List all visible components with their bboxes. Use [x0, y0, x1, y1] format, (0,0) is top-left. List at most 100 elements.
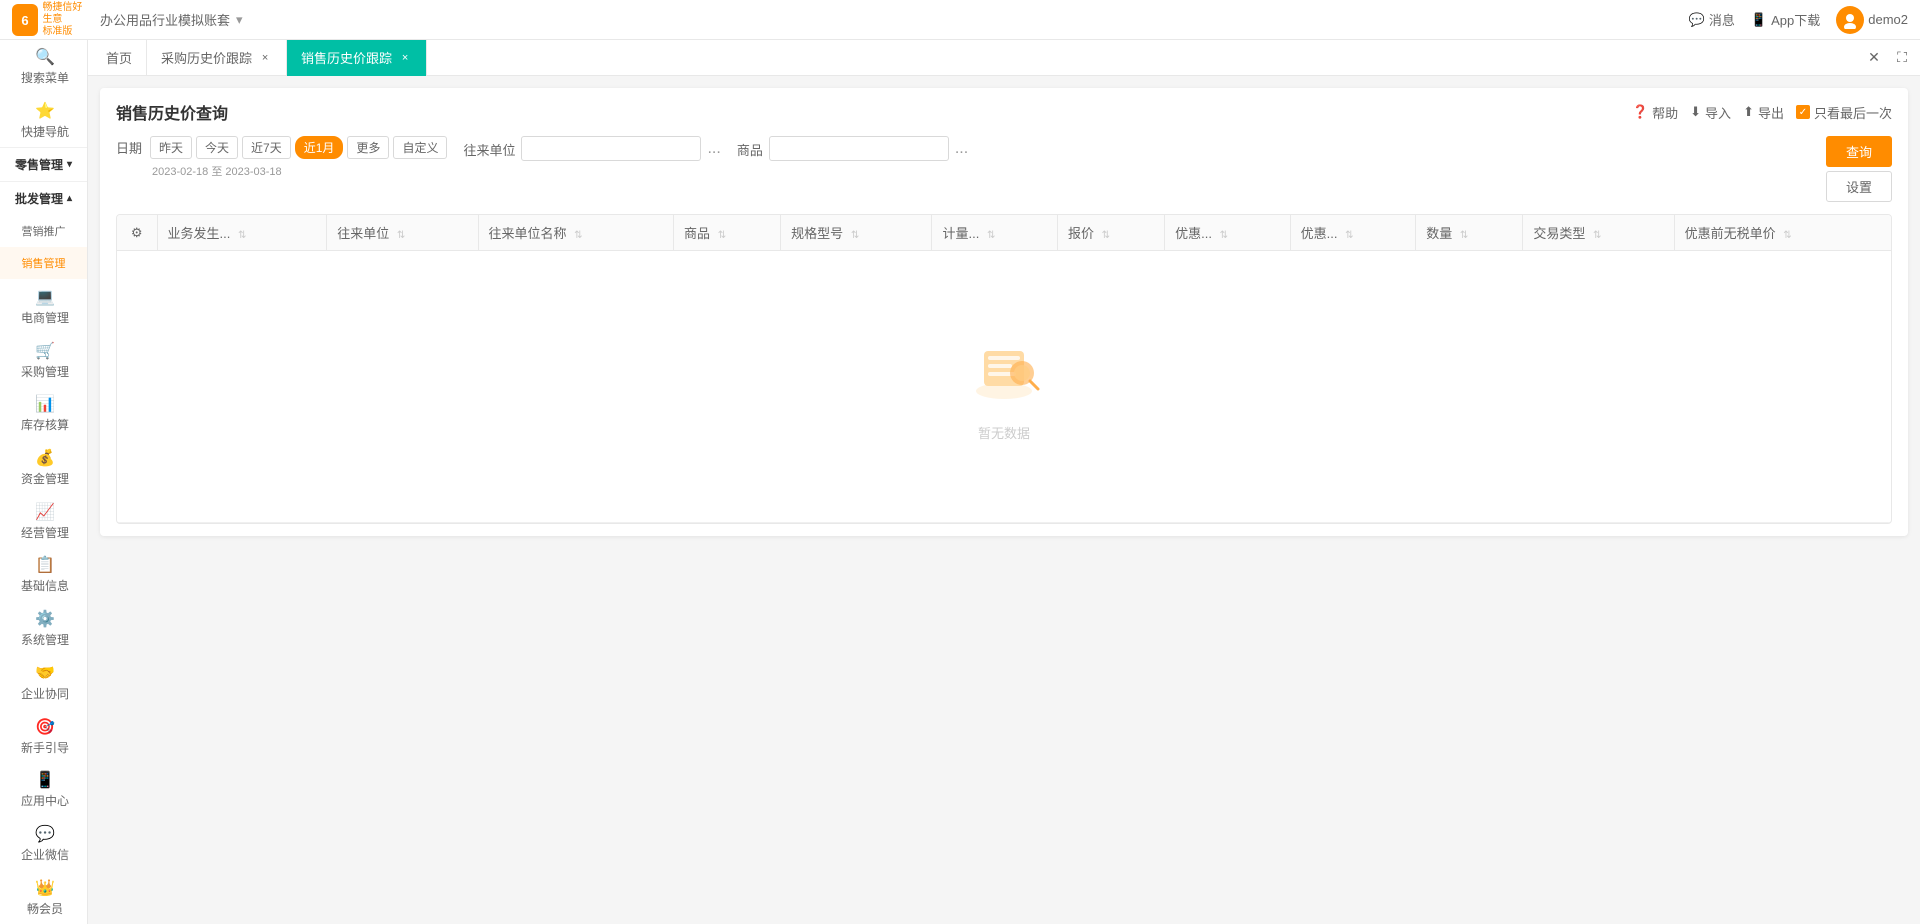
- sort-icon: ⇅: [851, 230, 859, 241]
- table-body: 暂无数据: [117, 251, 1891, 523]
- import-link[interactable]: ⬇ 导入: [1690, 103, 1731, 122]
- col-goods[interactable]: 商品 ⇅: [674, 215, 781, 251]
- sidebar-item-ecommerce[interactable]: 💻 电商管理: [0, 279, 87, 333]
- date-btn-more[interactable]: 更多: [347, 136, 389, 159]
- chevron-down-icon: ▾: [67, 159, 72, 170]
- table-container: ⚙ 业务发生... ⇅ 往来单位 ⇅: [116, 214, 1892, 524]
- tab-bar: 首页 采购历史价跟踪 × 销售历史价跟踪 × ✕ ⛶: [88, 40, 1920, 76]
- tab-sales-history[interactable]: 销售历史价跟踪 ×: [287, 40, 427, 76]
- sort-icon: ⇅: [238, 230, 246, 241]
- sidebar-section-wholesale: 批发管理 ▴ 营销推广 销售管理: [0, 181, 87, 279]
- empty-state-icon: [964, 331, 1044, 411]
- col-biz-date[interactable]: 业务发生... ⇅: [157, 215, 327, 251]
- sidebar-item-wholesale[interactable]: 批发管理 ▴: [0, 182, 87, 215]
- content-area: 首页 采购历史价跟踪 × 销售历史价跟踪 × ✕ ⛶ 销售历史价查询: [88, 40, 1920, 924]
- goods-input[interactable]: [769, 136, 949, 161]
- filter-row: 日期 昨天 今天 近7天 近1月 更多 自定义 2023-02-18 至 202…: [116, 136, 1892, 202]
- sidebar-item-system[interactable]: ⚙️ 系统管理: [0, 602, 87, 656]
- empty-text: 暂无数据: [978, 423, 1030, 442]
- workspace-title[interactable]: 办公用品行业模拟账套 ▾: [100, 10, 1689, 29]
- sort-icon: ⇅: [574, 230, 582, 241]
- sidebar-item-finance[interactable]: 💰 资金管理: [0, 441, 87, 495]
- sidebar-item-inventory[interactable]: 📊 库存核算: [0, 387, 87, 441]
- close-sales-tab-icon[interactable]: ×: [398, 51, 412, 65]
- member-icon: 👑: [35, 878, 55, 898]
- user-avatar[interactable]: demo2: [1836, 6, 1908, 34]
- col-discount1[interactable]: 优惠... ⇅: [1165, 215, 1291, 251]
- col-spec[interactable]: 规格型号 ⇅: [781, 215, 932, 251]
- date-btn-yesterday[interactable]: 昨天: [150, 136, 192, 159]
- sidebar-item-guide[interactable]: 🎯 新手引导: [0, 709, 87, 763]
- help-icon: ❓: [1632, 104, 1648, 120]
- logo-text: 畅捷信好生意 标准版: [42, 2, 92, 38]
- sort-icon: ⇅: [397, 230, 405, 241]
- svg-text:6: 6: [22, 13, 29, 28]
- logo-area: 6 畅捷信好生意 标准版: [12, 2, 92, 38]
- partner-dots-btn[interactable]: ...: [707, 140, 720, 158]
- app-download-btn[interactable]: 📱 App下载: [1751, 10, 1820, 29]
- page-title-row: 销售历史价查询 ❓ 帮助 ⬇ 导入 ⬆ 导出: [116, 100, 1892, 124]
- sort-icon: ⇅: [1460, 230, 1468, 241]
- ecommerce-icon: 💻: [35, 287, 55, 307]
- sort-icon: ⇅: [1102, 230, 1110, 241]
- sort-icon: ⇅: [1220, 230, 1228, 241]
- guide-icon: 🎯: [35, 717, 55, 737]
- goods-dots-btn[interactable]: ...: [955, 140, 968, 158]
- ops-icon: 📈: [35, 502, 55, 522]
- help-link[interactable]: ❓ 帮助: [1632, 103, 1678, 122]
- date-btn-1month[interactable]: 近1月: [295, 136, 344, 159]
- col-qty[interactable]: 数量 ⇅: [1416, 215, 1523, 251]
- col-discount2[interactable]: 优惠... ⇅: [1290, 215, 1416, 251]
- sort-icon: ⇅: [987, 230, 995, 241]
- partner-filter-field: 往来单位 ...: [463, 136, 720, 161]
- tab-home[interactable]: 首页: [92, 40, 147, 76]
- sidebar-item-ops[interactable]: 📈 经营管理: [0, 494, 87, 548]
- only-last-checkbox[interactable]: ✓ 只看最后一次: [1796, 103, 1892, 122]
- col-settings[interactable]: ⚙: [117, 215, 157, 251]
- avatar: [1836, 6, 1864, 34]
- date-range-text: 2023-02-18 至 2023-03-18: [152, 163, 447, 179]
- sidebar-item-retail[interactable]: 零售管理 ▾: [0, 148, 87, 181]
- sort-icon: ⇅: [1783, 230, 1791, 241]
- fullscreen-btn[interactable]: ⛶: [1888, 44, 1916, 72]
- sidebar-item-corp[interactable]: 🤝 企业协同: [0, 655, 87, 709]
- close-purchase-tab-icon[interactable]: ×: [258, 51, 272, 65]
- message-btn[interactable]: 💬 消息: [1689, 10, 1735, 29]
- sidebar-item-member[interactable]: 👑 畅会员: [0, 870, 87, 924]
- date-btn-custom[interactable]: 自定义: [393, 136, 447, 159]
- col-partner-code[interactable]: 往来单位 ⇅: [327, 215, 478, 251]
- finance-icon: 💰: [35, 448, 55, 468]
- partner-input[interactable]: [521, 136, 701, 161]
- system-icon: ⚙️: [35, 609, 55, 629]
- settings-button[interactable]: 设置: [1826, 171, 1892, 202]
- sort-icon: ⇅: [1593, 230, 1601, 241]
- sidebar-item-apps[interactable]: 📱 应用中心: [0, 763, 87, 817]
- tab-purchase-history[interactable]: 采购历史价跟踪 ×: [147, 40, 287, 76]
- export-link[interactable]: ⬆ 导出: [1743, 103, 1784, 122]
- table-header-row: ⚙ 业务发生... ⇅ 往来单位 ⇅: [117, 215, 1891, 251]
- col-pretax-price[interactable]: 优惠前无税单价 ⇅: [1674, 215, 1891, 251]
- main-card: 销售历史价查询 ❓ 帮助 ⬇ 导入 ⬆ 导出: [100, 88, 1908, 536]
- goods-filter-field: 商品 ...: [737, 136, 968, 161]
- logo-icon: 6: [12, 4, 38, 36]
- col-unit[interactable]: 计量... ⇅: [932, 215, 1058, 251]
- sidebar-item-wechat[interactable]: 💬 企业微信: [0, 817, 87, 871]
- sidebar-item-purchase[interactable]: 🛒 采购管理: [0, 333, 87, 387]
- sidebar-item-sales-mgmt[interactable]: 销售管理: [0, 247, 87, 279]
- close-all-tabs-btn[interactable]: ✕: [1860, 44, 1888, 72]
- date-btn-today[interactable]: 今天: [196, 136, 238, 159]
- sidebar-section-retail: 零售管理 ▾: [0, 147, 87, 181]
- table-settings-icon[interactable]: ⚙: [131, 225, 143, 240]
- date-filter-label: 日期: [116, 138, 142, 157]
- sidebar-item-search[interactable]: 🔍 搜索菜单: [0, 40, 87, 94]
- sidebar-item-basic[interactable]: 📋 基础信息: [0, 548, 87, 602]
- sidebar-item-shortcuts[interactable]: ⭐ 快捷导航: [0, 94, 87, 148]
- col-partner-name[interactable]: 往来单位名称 ⇅: [478, 215, 674, 251]
- sidebar-item-marketing[interactable]: 营销推广: [0, 215, 87, 247]
- col-price[interactable]: 报价 ⇅: [1058, 215, 1165, 251]
- query-button[interactable]: 查询: [1826, 136, 1892, 167]
- date-btn-7days[interactable]: 近7天: [242, 136, 291, 159]
- dropdown-icon[interactable]: ▾: [236, 12, 243, 28]
- col-trade-type[interactable]: 交易类型 ⇅: [1523, 215, 1674, 251]
- partner-filter-label: 往来单位: [463, 140, 515, 159]
